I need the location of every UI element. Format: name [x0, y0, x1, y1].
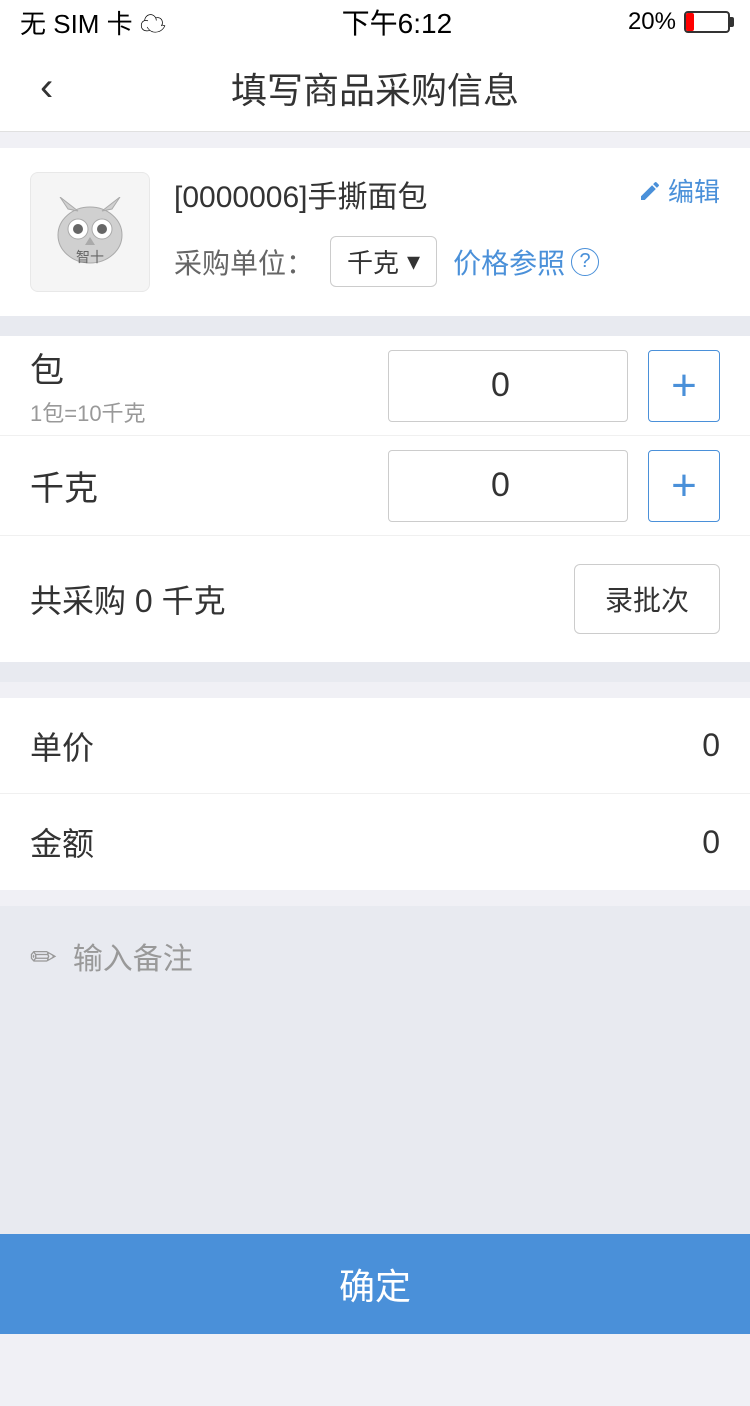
kg-input-right: + [150, 450, 720, 522]
dropdown-arrow: ▾ [407, 246, 420, 277]
unit-dropdown[interactable]: 千克 ▾ [330, 236, 437, 287]
bag-label: 包 [30, 343, 150, 392]
back-button[interactable]: ‹ [30, 55, 63, 120]
kg-label: 千克 [30, 461, 150, 510]
svg-text:智十: 智十 [76, 249, 104, 265]
bag-input-row: 包 1包=10千克 + [0, 336, 750, 436]
remark-placeholder: 输入备注 [73, 934, 193, 978]
bag-sublabel: 1包=10千克 [30, 396, 150, 428]
unit-value: 千克 [347, 243, 399, 280]
price-ref-button[interactable]: 价格参照 ? [453, 242, 599, 282]
kg-quantity-input[interactable] [388, 450, 628, 522]
battery-icon [684, 11, 730, 33]
sim-status: 无 SIM 卡 ☁ [20, 4, 166, 41]
kg-label-group: 千克 [30, 461, 150, 510]
batch-record-button[interactable]: 录批次 [574, 564, 720, 634]
amount-label: 金额 [30, 819, 94, 865]
product-card: 智十 [0000006]手撕面包 编辑 采购单位： 千克 ▾ [0, 148, 750, 316]
bag-label-group: 包 1包=10千克 [30, 343, 150, 428]
price-ref-label: 价格参照 [453, 242, 565, 282]
product-name: [0000006]手撕面包 [174, 172, 427, 216]
bag-input-right: + [150, 350, 720, 422]
battery-percent: 20% [628, 8, 676, 36]
edit-button[interactable]: 编辑 [638, 172, 720, 209]
status-time: 下午6:12 [342, 2, 453, 42]
total-purchase-text: 共采购 0 千克 [30, 576, 226, 622]
pencil-icon: ✏ [30, 938, 57, 976]
confirm-button[interactable]: 确定 [0, 1234, 750, 1334]
status-left: 无 SIM 卡 ☁ [20, 4, 166, 41]
purchase-unit: 采购单位： 千克 ▾ 价格参照 ? [174, 236, 720, 287]
summary-row: 共采购 0 千克 录批次 [0, 536, 750, 662]
unit-price-row: 单价 0 [0, 698, 750, 794]
confirm-label: 确定 [339, 1258, 411, 1310]
price-ref-help-icon: ? [571, 248, 599, 276]
bag-plus-button[interactable]: + [648, 350, 720, 422]
kg-plus-button[interactable]: + [648, 450, 720, 522]
product-logo: 智十 [50, 197, 130, 267]
bag-quantity-input[interactable] [388, 350, 628, 422]
amount-row: 金额 0 [0, 794, 750, 890]
product-info: [0000006]手撕面包 编辑 采购单位： 千克 ▾ 价格参照 ? [174, 172, 720, 287]
price-section: 单价 0 金额 0 [0, 698, 750, 890]
amount-value: 0 [702, 824, 720, 861]
unit-price-value: 0 [702, 727, 720, 764]
divider-1 [0, 316, 750, 336]
battery-fill [686, 13, 694, 31]
product-image: 智十 [30, 172, 150, 292]
divider-2 [0, 662, 750, 682]
page-title: 填写商品采购信息 [231, 62, 519, 114]
purchase-unit-label: 采购单位： [174, 242, 314, 282]
nav-bar: ‹ 填写商品采购信息 [0, 44, 750, 132]
status-bar: 无 SIM 卡 ☁ 下午6:12 20% [0, 0, 750, 44]
product-header: [0000006]手撕面包 编辑 [174, 172, 720, 216]
edit-icon [638, 179, 662, 203]
summary-section: 共采购 0 千克 录批次 [0, 536, 750, 662]
status-right: 20% [628, 8, 730, 36]
unit-price-label: 单价 [30, 723, 94, 769]
edit-label: 编辑 [668, 172, 720, 209]
kg-input-row: 千克 + [0, 436, 750, 536]
input-section: 包 1包=10千克 + 千克 + [0, 336, 750, 536]
